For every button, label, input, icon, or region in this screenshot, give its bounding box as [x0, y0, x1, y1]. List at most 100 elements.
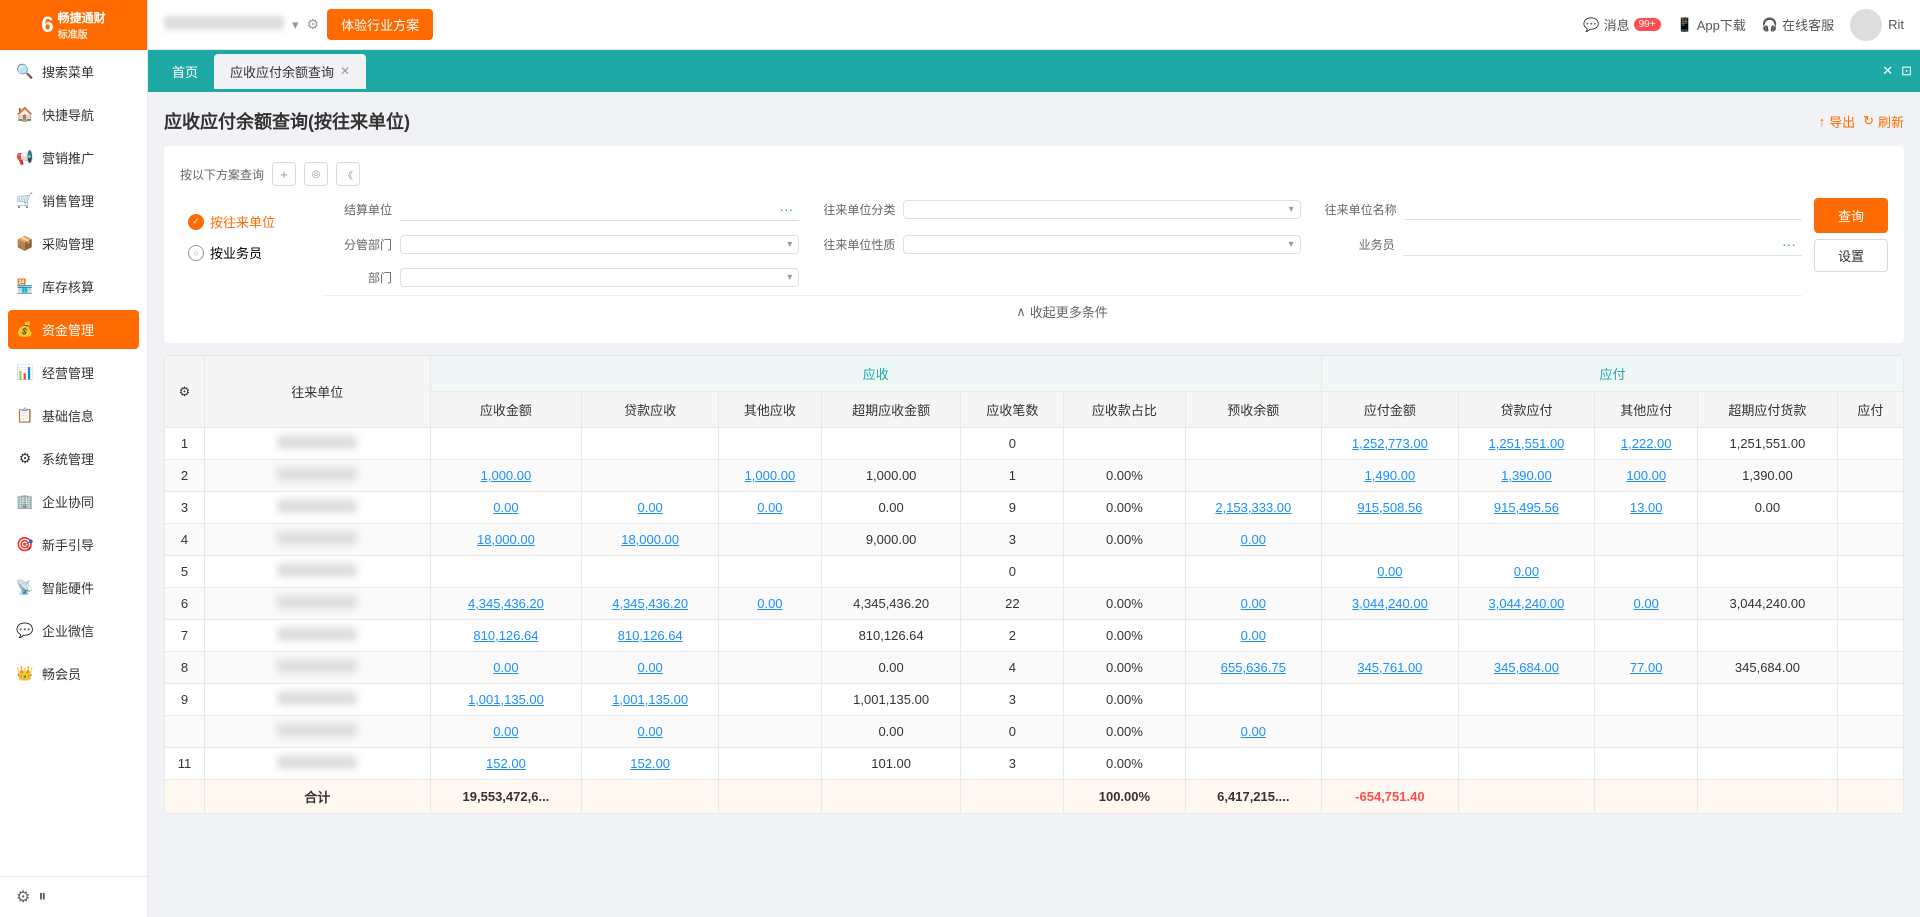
row-ar-amount: 810,126.64: [430, 620, 582, 652]
field-department: 部门 ▾: [322, 268, 799, 287]
export-btn[interactable]: ↑ 导出: [1819, 112, 1856, 131]
sidebar-item-quicknav[interactable]: 🏠 快捷导航: [0, 93, 147, 136]
partner-category-select[interactable]: ▾: [903, 200, 1300, 219]
field-label: 分管部门: [322, 236, 392, 253]
sidebar-item-guide[interactable]: 🎯 新手引导: [0, 523, 147, 566]
row-ap-loan: [1458, 524, 1595, 556]
row-ar-overdue: 101.00: [821, 748, 961, 780]
sidebar-item-operation[interactable]: 📊 经营管理: [0, 351, 147, 394]
total-ar-overdue: [821, 780, 961, 814]
row-ar-ratio: 0.00%: [1064, 460, 1185, 492]
tab-bar-actions: ✕ ⊡: [1882, 63, 1912, 79]
field-label: 结算单位: [322, 201, 392, 218]
row-ar-other: 0.00: [718, 492, 821, 524]
row-ar-count: 0: [961, 428, 1064, 460]
service-btn[interactable]: 🎧 在线客服: [1762, 15, 1834, 34]
row-ar-overdue: 9,000.00: [821, 524, 961, 556]
row-partner: [205, 556, 431, 588]
tab-expand-btn[interactable]: ⊡: [1901, 63, 1912, 79]
tab-ar-ap[interactable]: 应收应付余额查询 ✕: [214, 54, 366, 89]
query-btn[interactable]: 查询: [1814, 198, 1888, 233]
dept-select[interactable]: ▾: [400, 235, 799, 254]
logo-name: 畅捷通财: [58, 9, 106, 26]
settings-gear-icon[interactable]: ⚙: [179, 384, 191, 399]
nav-by-partner[interactable]: ✓ 按往来单位: [180, 206, 310, 237]
col-ap-group: 应付: [1322, 356, 1904, 392]
collapse-icon[interactable]: ⏸: [38, 888, 46, 906]
message-btn[interactable]: 💬 消息 99+: [1583, 15, 1660, 34]
sidebar-item-sales[interactable]: 🛒 销售管理: [0, 179, 147, 222]
row-ar-other: [718, 684, 821, 716]
col-ap-loan: 贷款应付: [1458, 392, 1595, 428]
table-row: 3 0.00 0.00 0.00 0.00 9 0.00% 2,153,333.…: [165, 492, 1904, 524]
col-ar-loan: 贷款应收: [582, 392, 719, 428]
row-num: 3: [165, 492, 205, 524]
row-ar-prepaid: [1185, 460, 1322, 492]
tab-close-window-btn[interactable]: ✕: [1882, 63, 1893, 79]
row-ar-other: [718, 716, 821, 748]
tab-close-btn[interactable]: ✕: [340, 64, 350, 78]
corp-icon: 🏢: [16, 493, 34, 511]
field-label: 往来单位名称: [1325, 201, 1397, 218]
sidebar-item-finance[interactable]: 💰 资金管理: [8, 310, 139, 349]
settings-btn[interactable]: ⚙: [307, 16, 320, 33]
sidebar-item-member[interactable]: 👑 畅会员: [0, 652, 147, 695]
row-ap-loan: [1458, 748, 1595, 780]
row-ar-other: [718, 748, 821, 780]
row-partner: [205, 524, 431, 556]
sidebar-item-search[interactable]: 🔍 搜索菜单: [0, 50, 147, 93]
col-ap-suffix: 应付: [1837, 392, 1903, 428]
field-salesperson: 业务员 ···: [1325, 233, 1802, 256]
row-ar-loan: 0.00: [582, 716, 719, 748]
settlement-input[interactable]: ···: [400, 198, 799, 221]
total-ap-total: -654,751.40: [1322, 780, 1459, 814]
sidebar-item-hardware[interactable]: 📡 智能硬件: [0, 566, 147, 609]
row-ar-prepaid: 0.00: [1185, 716, 1322, 748]
row-ar-amount: [430, 428, 582, 460]
user-avatar: [1850, 9, 1882, 41]
collapse-bar[interactable]: ∧ 收起更多条件: [322, 295, 1802, 327]
department-select[interactable]: ▾: [400, 268, 799, 287]
tab-home[interactable]: 首页: [156, 54, 214, 89]
dots-btn[interactable]: ···: [779, 201, 793, 217]
table-row: 8 0.00 0.00 0.00 4 0.00% 655,636.75 345,…: [165, 652, 1904, 684]
row-num: 2: [165, 460, 205, 492]
sidebar-item-basic[interactable]: 📋 基础信息: [0, 394, 147, 437]
user-info[interactable]: Rit: [1850, 9, 1904, 41]
dropdown-icon[interactable]: ▾: [292, 17, 299, 33]
row-ar-overdue: 1,001,135.00: [821, 684, 961, 716]
row-ap-other: [1595, 524, 1698, 556]
total-ar-prepaid: 6,417,215....: [1185, 780, 1322, 814]
row-ar-overdue: 0.00: [821, 492, 961, 524]
table-row: 2 1,000.00 1,000.00 1,000.00 1 0.00% 1,4…: [165, 460, 1904, 492]
partner-nature-select[interactable]: ▾: [903, 235, 1300, 254]
setting-btn[interactable]: 设置: [1814, 239, 1888, 272]
industry-btn[interactable]: 体验行业方案: [327, 9, 433, 40]
app-label: App下载: [1697, 15, 1746, 34]
sidebar-item-system[interactable]: ⚙ 系统管理: [0, 437, 147, 480]
sales-icon: 🛒: [16, 192, 34, 210]
sidebar-item-label: 系统管理: [42, 449, 94, 468]
sidebar-item-inventory[interactable]: 🏪 库存核算: [0, 265, 147, 308]
sidebar-item-wechat[interactable]: 💬 企业微信: [0, 609, 147, 652]
row-ap-overdue: [1698, 748, 1838, 780]
row-ap-amount: 3,044,240.00: [1322, 588, 1459, 620]
filter-target-btn[interactable]: ◎: [304, 162, 328, 186]
settings-icon[interactable]: ⚙: [16, 887, 30, 907]
search-icon: 🔍: [16, 63, 34, 81]
sidebar-item-corp[interactable]: 🏢 企业协同: [0, 480, 147, 523]
row-ar-other: [718, 620, 821, 652]
col-settings: ⚙: [165, 356, 205, 428]
sidebar-item-marketing[interactable]: 📢 营销推广: [0, 136, 147, 179]
salesperson-input[interactable]: ···: [1403, 233, 1802, 256]
add-filter-btn[interactable]: +: [272, 162, 296, 186]
sidebar-item-purchase[interactable]: 📦 采购管理: [0, 222, 147, 265]
filter-collapse-btn[interactable]: 《: [336, 162, 360, 186]
app-download-btn[interactable]: 📱 App下载: [1677, 15, 1746, 34]
service-icon: 🎧: [1762, 17, 1778, 33]
sidebar-item-label: 新手引导: [42, 535, 94, 554]
dots-btn[interactable]: ···: [1782, 236, 1796, 252]
nav-by-salesperson[interactable]: ○ 按业务员: [180, 237, 310, 268]
refresh-btn[interactable]: ↻ 刷新: [1863, 112, 1904, 131]
partner-name-input[interactable]: [1405, 199, 1802, 220]
